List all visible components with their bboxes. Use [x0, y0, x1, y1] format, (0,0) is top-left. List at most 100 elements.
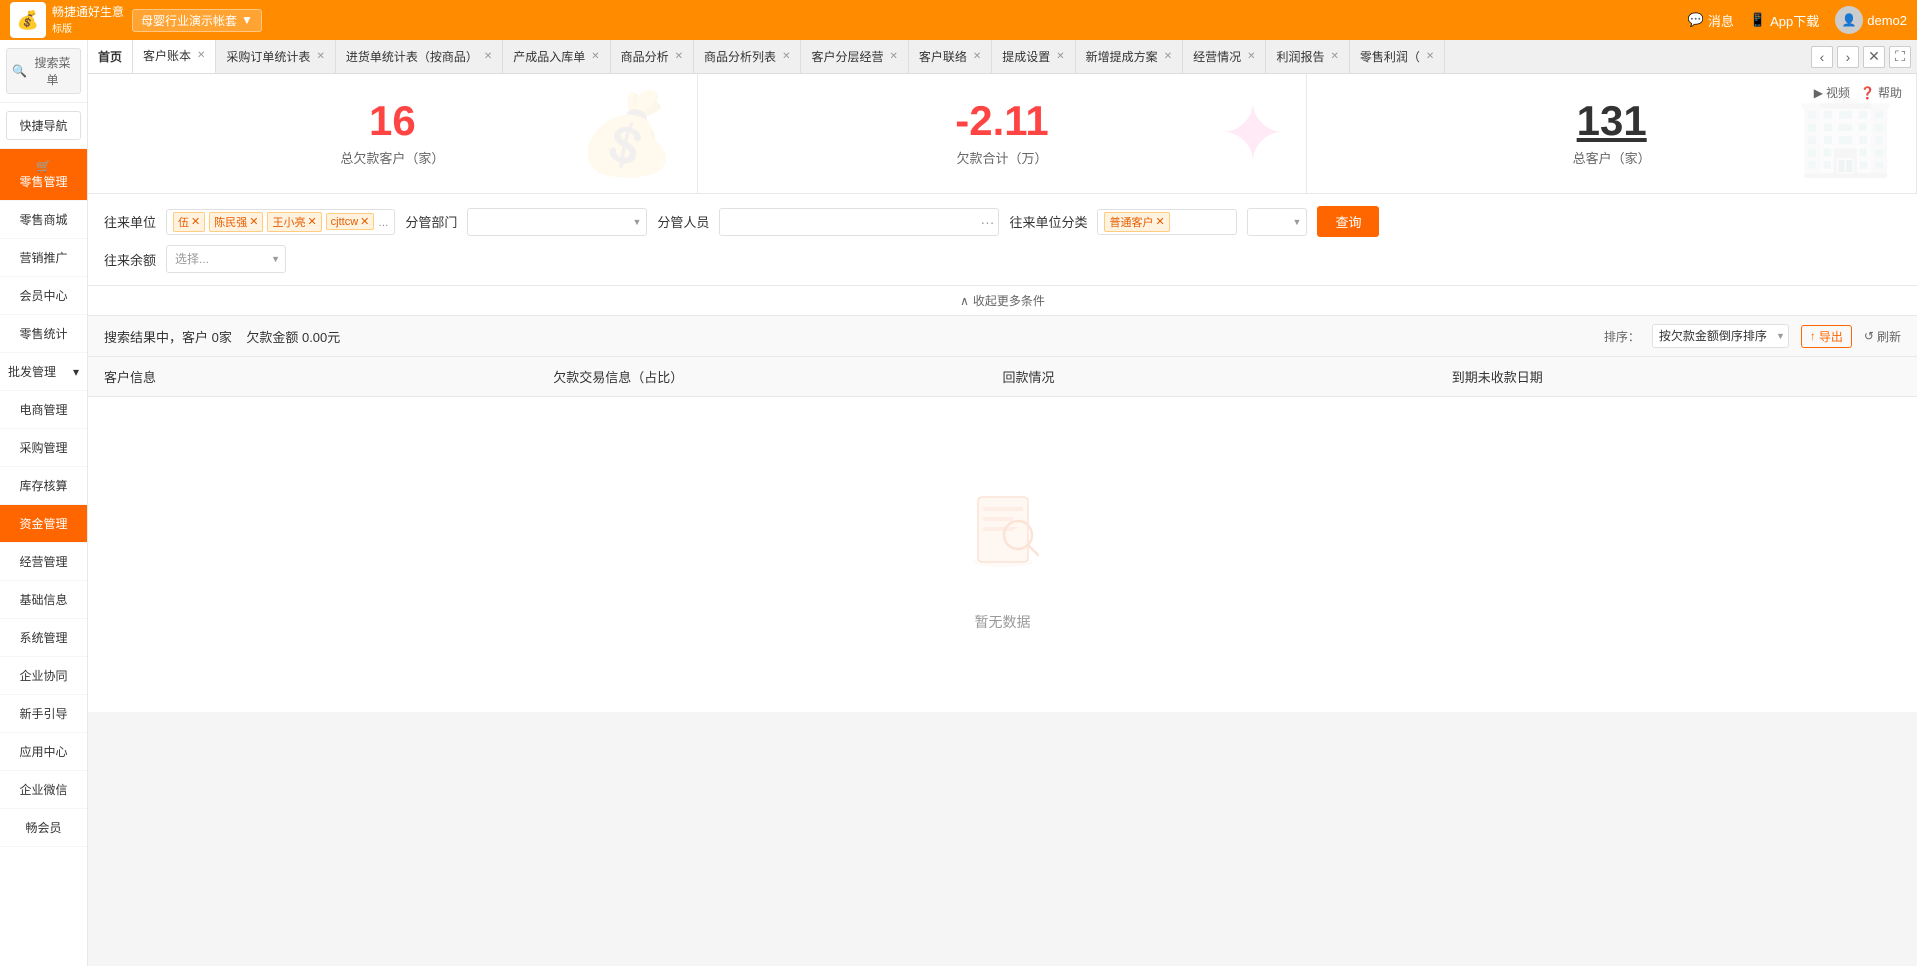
org-unit-label: 往来单位 [104, 212, 156, 231]
sort-select[interactable]: 按欠款金额倒序排序 [1652, 324, 1789, 348]
user-profile-btn[interactable]: 👤 demo2 [1835, 6, 1907, 34]
stat-bg-icon-amount: ✦ [1219, 87, 1286, 180]
tab-close-all-btn[interactable]: ✕ [1863, 46, 1885, 68]
search-menu-btn[interactable]: 🔍 搜索菜单 [6, 48, 81, 94]
app-download-btn[interactable]: 📱 App下载 [1750, 11, 1819, 30]
debt-value: 0.00元 [302, 330, 340, 345]
tab-expand-btn[interactable]: ⛶ [1889, 46, 1911, 68]
remainder-select[interactable]: 选择... [166, 245, 286, 273]
tab-profit-report-close[interactable]: ✕ [1331, 51, 1339, 62]
person-input-dots[interactable]: ··· [980, 214, 994, 230]
person-input-wrap[interactable]: ··· [719, 208, 999, 236]
tab-inbound-stats-label: 进货单统计表（按商品） [346, 48, 478, 65]
quick-nav-btn[interactable]: 快捷导航 [6, 111, 81, 140]
table-header: 客户信息 欠款交易信息（占比） 回款情况 到期未收款日期 [88, 357, 1917, 397]
tab-customer-contact[interactable]: 客户联络 ✕ [909, 40, 992, 74]
remove-cjttcw-btn[interactable]: ✕ [360, 215, 369, 228]
org-unit-tags[interactable]: 伍 ✕ 陈民强 ✕ 王小亮 ✕ [166, 209, 395, 235]
remove-wu-btn[interactable]: ✕ [191, 215, 200, 228]
stat-owing-amount-label: 欠款合计（万） [957, 148, 1048, 167]
unit-type-dropdown[interactable] [1247, 208, 1307, 236]
customer-count: 0家 [212, 330, 232, 345]
sidebar-item-marketing[interactable]: 营销推广 [0, 239, 87, 277]
remove-wang-btn[interactable]: ✕ [307, 215, 316, 228]
tab-scroll-left-btn[interactable]: ‹ [1811, 46, 1833, 68]
video-btn[interactable]: ▶ 视频 [1814, 84, 1850, 101]
tab-raise-settings-close[interactable]: ✕ [1056, 51, 1064, 62]
tab-product-analysis-list-close[interactable]: ✕ [782, 51, 790, 62]
stat-total-customers-label: 总客户（家） [1573, 148, 1651, 167]
logo-icon: 💰 [10, 2, 46, 38]
tab-operations-close[interactable]: ✕ [1247, 51, 1255, 62]
sidebar-item-wholesale-label: 批发管理 [8, 363, 56, 380]
tab-product-analysis-list[interactable]: 商品分析列表 ✕ [694, 40, 801, 74]
tab-inbound-stats[interactable]: 进货单统计表（按商品） ✕ [336, 40, 503, 74]
export-btn[interactable]: ↑ 导出 [1801, 325, 1852, 348]
tab-retail-profit-close[interactable]: ✕ [1426, 51, 1434, 62]
sidebar-item-enterprise-wechat[interactable]: 企业微信 [0, 771, 87, 809]
sidebar-item-basic-info[interactable]: 基础信息 [0, 581, 87, 619]
tab-cost-inbound-close[interactable]: ✕ [591, 51, 599, 62]
filter-more-btn[interactable]: ... [378, 215, 388, 229]
sidebar-item-finance[interactable]: 资金管理 [0, 505, 87, 543]
tab-product-analysis[interactable]: 商品分析 ✕ [611, 40, 694, 74]
filter-tag-normal-customer: 普通客户 ✕ [1104, 212, 1169, 232]
top-bar: 💰 畅捷通好生意 标版 母婴行业演示帐套 ▼ 💬 消息 📱 App下载 [0, 0, 1917, 40]
app-container: 💰 畅捷通好生意 标版 母婴行业演示帐套 ▼ 💬 消息 📱 App下载 [0, 0, 1917, 966]
tab-raise-settings[interactable]: 提成设置 ✕ [992, 40, 1075, 74]
sidebar-item-operations-mgmt[interactable]: 经营管理 [0, 543, 87, 581]
sidebar-item-retail-mgmt[interactable]: 🛒 零售管理 [0, 149, 87, 201]
tab-inbound-stats-close[interactable]: ✕ [484, 51, 492, 62]
tab-new-raise-close[interactable]: ✕ [1164, 51, 1172, 62]
tab-purchase-orders-close[interactable]: ✕ [316, 51, 324, 62]
tab-product-analysis-close[interactable]: ✕ [675, 51, 683, 62]
unit-type-tags[interactable]: 普通客户 ✕ [1097, 209, 1237, 235]
sidebar-item-inventory[interactable]: 库存核算 [0, 467, 87, 505]
tab-new-raise[interactable]: 新增提成方案 ✕ [1076, 40, 1183, 74]
sidebar-item-members[interactable]: 会员中心 [0, 277, 87, 315]
page-top-actions: ▶ 视频 ❓ 帮助 [1814, 84, 1902, 101]
person-input[interactable] [724, 215, 980, 229]
remove-chen-btn[interactable]: ✕ [249, 215, 258, 228]
sidebar-item-ecommerce[interactable]: 电商管理 [0, 391, 87, 429]
messages-btn[interactable]: 💬 消息 [1688, 11, 1734, 30]
dept-label: 分管部门 [405, 212, 457, 231]
sidebar-item-retail-mall[interactable]: 零售商城 [0, 201, 87, 239]
tab-customer-tier[interactable]: 客户分层经营 ✕ [801, 40, 908, 74]
sidebar-item-system-mgmt-label: 系统管理 [6, 629, 81, 646]
tab-profit-report[interactable]: 利润报告 ✕ [1266, 40, 1349, 74]
sidebar-item-purchase[interactable]: 采购管理 [0, 429, 87, 467]
collapse-btn[interactable]: ∧ 收起更多条件 [960, 292, 1045, 309]
tab-home[interactable]: 首页 [88, 40, 133, 74]
sidebar-item-system-mgmt[interactable]: 系统管理 [0, 619, 87, 657]
sidebar-item-purchase-label: 采购管理 [6, 439, 81, 456]
dept-select[interactable] [467, 208, 647, 236]
tab-customer-tier-close[interactable]: ✕ [889, 51, 897, 62]
account-dropdown[interactable]: 母婴行业演示帐套 ▼ [132, 9, 262, 32]
sidebar-item-enterprise-collab[interactable]: 企业协同 [0, 657, 87, 695]
sidebar-item-marketing-label: 营销推广 [6, 249, 81, 266]
sidebar-item-member-plus[interactable]: 畅会员 [0, 809, 87, 847]
sidebar-item-retail-mall-label: 零售商城 [6, 211, 81, 228]
col-header-customer-info: 客户信息 [104, 367, 553, 386]
tab-accounts-close[interactable]: ✕ [197, 50, 205, 61]
tab-purchase-orders[interactable]: 采购订单统计表 ✕ [216, 40, 335, 74]
tab-product-analysis-label: 商品分析 [621, 48, 669, 65]
quick-nav-label: 快捷导航 [19, 119, 67, 133]
tab-scroll-right-btn[interactable]: › [1837, 46, 1859, 68]
tab-customer-contact-close[interactable]: ✕ [973, 51, 981, 62]
sidebar-item-retail-stats[interactable]: 零售统计 [0, 315, 87, 353]
tab-retail-profit[interactable]: 零售利润（ ✕ [1350, 40, 1445, 74]
refresh-btn[interactable]: ↺ 刷新 [1864, 328, 1901, 345]
sidebar-item-operations-mgmt-label: 经营管理 [6, 553, 81, 570]
sidebar-item-app-center[interactable]: 应用中心 [0, 733, 87, 771]
stat-owing-amount: ✦ -2.11 欠款合计（万） [698, 74, 1308, 193]
sidebar-item-wholesale[interactable]: 批发管理 ▾ [0, 353, 87, 391]
sidebar-item-new-guide[interactable]: 新手引导 [0, 695, 87, 733]
help-btn[interactable]: ❓ 帮助 [1860, 84, 1902, 101]
tab-accounts[interactable]: 客户账本 ✕ [133, 40, 216, 74]
query-btn[interactable]: 查询 [1317, 206, 1379, 237]
tab-operations[interactable]: 经营情况 ✕ [1183, 40, 1266, 74]
remove-normal-customer-btn[interactable]: ✕ [1155, 215, 1164, 228]
tab-cost-inbound[interactable]: 产成品入库单 ✕ [503, 40, 610, 74]
